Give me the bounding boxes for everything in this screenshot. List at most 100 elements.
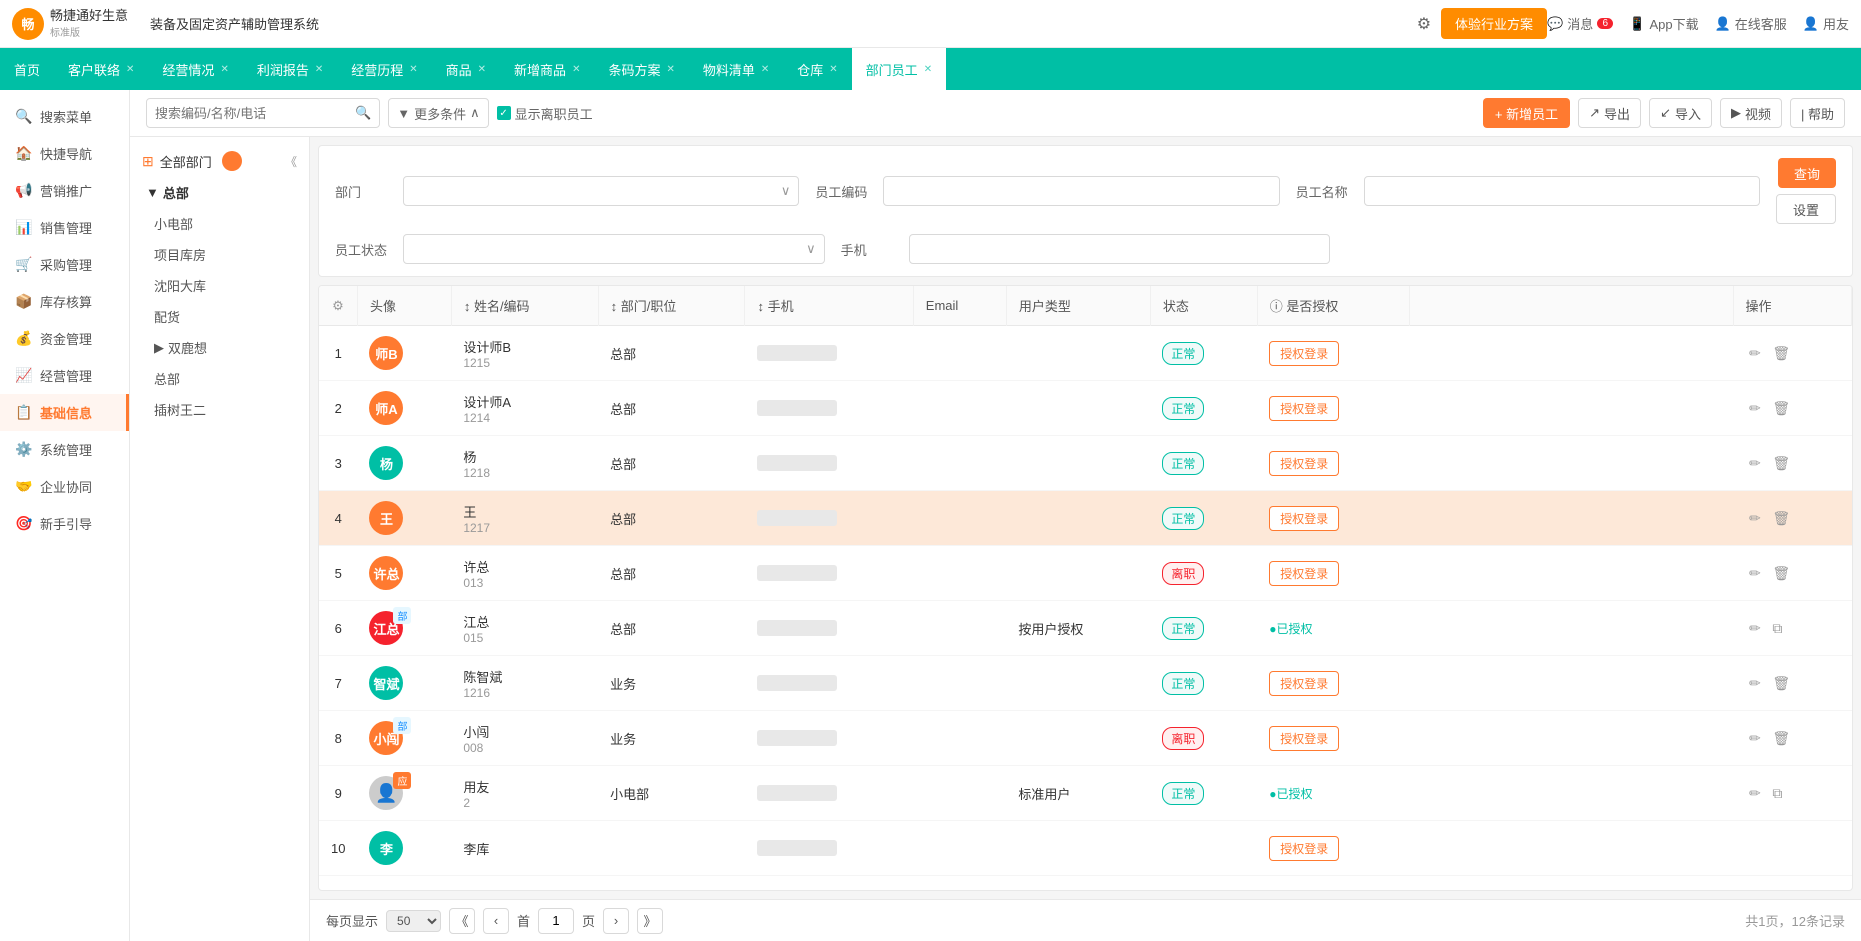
prev-page-button[interactable]: ‹ [483,908,509,934]
export-button[interactable]: ↗ 导出 [1578,98,1641,128]
nav-add-goods[interactable]: 新增商品 ✕ [500,48,594,90]
col-settings[interactable]: ⚙ [319,286,357,326]
nav-warehouse[interactable]: 仓库 ✕ [783,48,851,90]
gear-icon[interactable]: ⚙ [1417,14,1431,34]
sidebar-item-system[interactable]: ⚙️ 系统管理 [0,431,129,468]
edit-button[interactable]: ✏ [1745,618,1765,639]
close-icon[interactable]: ✕ [409,64,417,75]
sidebar-item-purchase[interactable]: 🛒 采购管理 [0,246,129,283]
dept-item-hq2[interactable]: 总部 [138,363,309,394]
dept-item-chashuwang[interactable]: 插树王二 [138,394,309,425]
sidebar-item-operation[interactable]: 📈 经营管理 [0,357,129,394]
online-service-button[interactable]: 👤 在线客服 [1715,14,1787,33]
dept-collapse-button[interactable]: 《 [285,153,297,170]
auth-login-button[interactable]: 授权登录 [1269,396,1339,421]
auth-login-button[interactable]: 授权登录 [1269,726,1339,751]
set-button[interactable]: 设置 [1776,194,1836,224]
delete-button[interactable]: 🗑 [1768,728,1794,749]
phone-input[interactable] [909,234,1331,264]
message-button[interactable]: 💬 消息 6 [1547,14,1613,33]
close-icon[interactable]: ✕ [924,64,932,75]
close-icon[interactable]: ✕ [315,64,323,75]
delete-button[interactable]: 🗑 [1768,563,1794,584]
body-area: ⊞ 全部部门 《 ▼ 总部 小电部 项目库房 沈阳大库 配货 ▶ 双鹿想 [130,137,1861,941]
delete-button[interactable]: 🗑 [1768,343,1794,364]
first-page-button[interactable]: 《 [449,908,475,934]
dept-item-dispatch[interactable]: 配货 [138,301,309,332]
edit-button[interactable]: ✏ [1745,508,1765,529]
emp-name-input[interactable] [1364,176,1760,206]
sidebar-item-nav[interactable]: 🏠 快捷导航 [0,135,129,172]
sidebar-item-inventory[interactable]: 📦 库存核算 [0,283,129,320]
dept-item-shuangluxiang[interactable]: ▶ 双鹿想 [138,332,309,363]
close-icon[interactable]: ✕ [572,64,580,75]
edit-button[interactable]: ✏ [1745,783,1765,804]
video-button[interactable]: ▶ 视频 [1720,98,1782,128]
query-button[interactable]: 查询 [1778,158,1836,188]
sidebar-item-marketing[interactable]: 📢 营销推广 [0,172,129,209]
nav-home[interactable]: 首页 [0,48,54,90]
close-icon[interactable]: ✕ [829,64,837,75]
nav-employee[interactable]: 部门员工 ✕ [852,48,946,90]
edit-button[interactable]: ✏ [1745,673,1765,694]
page-input[interactable] [538,908,574,934]
status-filter-select[interactable]: ∨ [403,234,825,264]
close-icon[interactable]: ✕ [761,64,769,75]
sidebar-item-collab[interactable]: 🤝 企业协同 [0,468,129,505]
show-resigned-checkbox[interactable]: ✓ 显示离职员工 [497,104,593,123]
auth-login-button[interactable]: 授权登录 [1269,561,1339,586]
auth-login-button[interactable]: 授权登录 [1269,451,1339,476]
close-icon[interactable]: ✕ [478,64,486,75]
delete-button[interactable]: 🗑 [1768,508,1794,529]
emp-name-label: 员工名称 [1296,182,1356,201]
app-download-button[interactable]: 📱 App下载 [1629,14,1698,33]
edit-button[interactable]: ✏ [1745,343,1765,364]
copy-button[interactable]: ⧉ [1768,783,1786,804]
help-button[interactable]: | 帮助 [1790,98,1845,128]
edit-button[interactable]: ✏ [1745,453,1765,474]
edit-button[interactable]: ✏ [1745,398,1765,419]
logo-icon: 畅 [12,8,44,40]
auth-login-button[interactable]: 授权登录 [1269,671,1339,696]
delete-button[interactable]: 🗑 [1768,398,1794,419]
import-button[interactable]: ↙ 导入 [1649,98,1712,128]
edit-button[interactable]: ✏ [1745,728,1765,749]
delete-button[interactable]: 🗑 [1768,673,1794,694]
auth-login-button[interactable]: 授权登录 [1269,506,1339,531]
trial-button[interactable]: 体验行业方案 [1441,8,1547,39]
sidebar-item-sales[interactable]: 📊 销售管理 [0,209,129,246]
dept-item-small-elect[interactable]: 小电部 [138,208,309,239]
dept-item-project[interactable]: 项目库房 [138,239,309,270]
dept-item-headquarters[interactable]: ▼ 总部 [130,177,309,208]
search-input[interactable] [147,106,347,121]
nav-goods[interactable]: 商品 ✕ [432,48,500,90]
sidebar-item-search[interactable]: 🔍 搜索菜单 [0,98,129,135]
copy-button[interactable]: ⧉ [1768,618,1786,639]
emp-code-input[interactable] [883,176,1279,206]
sidebar-item-guide[interactable]: 🎯 新手引导 [0,505,129,542]
close-icon[interactable]: ✕ [220,64,228,75]
nav-profit[interactable]: 利润报告 ✕ [243,48,337,90]
more-filter-button[interactable]: ▼ 更多条件 ∧ [388,98,488,128]
page-size-select[interactable]: 50 20 100 [386,910,441,932]
edit-button[interactable]: ✏ [1745,563,1765,584]
auth-login-button[interactable]: 授权登录 [1269,341,1339,366]
dept-item-shenyang[interactable]: 沈阳大库 [138,270,309,301]
next-page-button[interactable]: › [603,908,629,934]
nav-bom[interactable]: 物料清单 ✕ [689,48,783,90]
user-avatar[interactable]: 👤 用友 [1803,14,1849,33]
sidebar-item-finance[interactable]: 💰 资金管理 [0,320,129,357]
dept-filter-select[interactable]: ∨ [403,176,799,206]
auth-login-button[interactable]: 授权登录 [1269,836,1339,861]
nav-barcode[interactable]: 条码方案 ✕ [594,48,688,90]
close-icon[interactable]: ✕ [666,64,674,75]
nav-history[interactable]: 经营历程 ✕ [337,48,431,90]
last-page-button[interactable]: 》 [637,908,663,934]
add-employee-button[interactable]: + 新增员工 [1483,98,1570,128]
nav-customer[interactable]: 客户联络 ✕ [54,48,148,90]
close-icon[interactable]: ✕ [126,64,134,75]
delete-button[interactable]: 🗑 [1768,453,1794,474]
nav-operation[interactable]: 经营情况 ✕ [148,48,242,90]
search-button[interactable]: 🔍 [347,105,379,121]
sidebar-item-basic[interactable]: 📋 基础信息 [0,394,129,431]
